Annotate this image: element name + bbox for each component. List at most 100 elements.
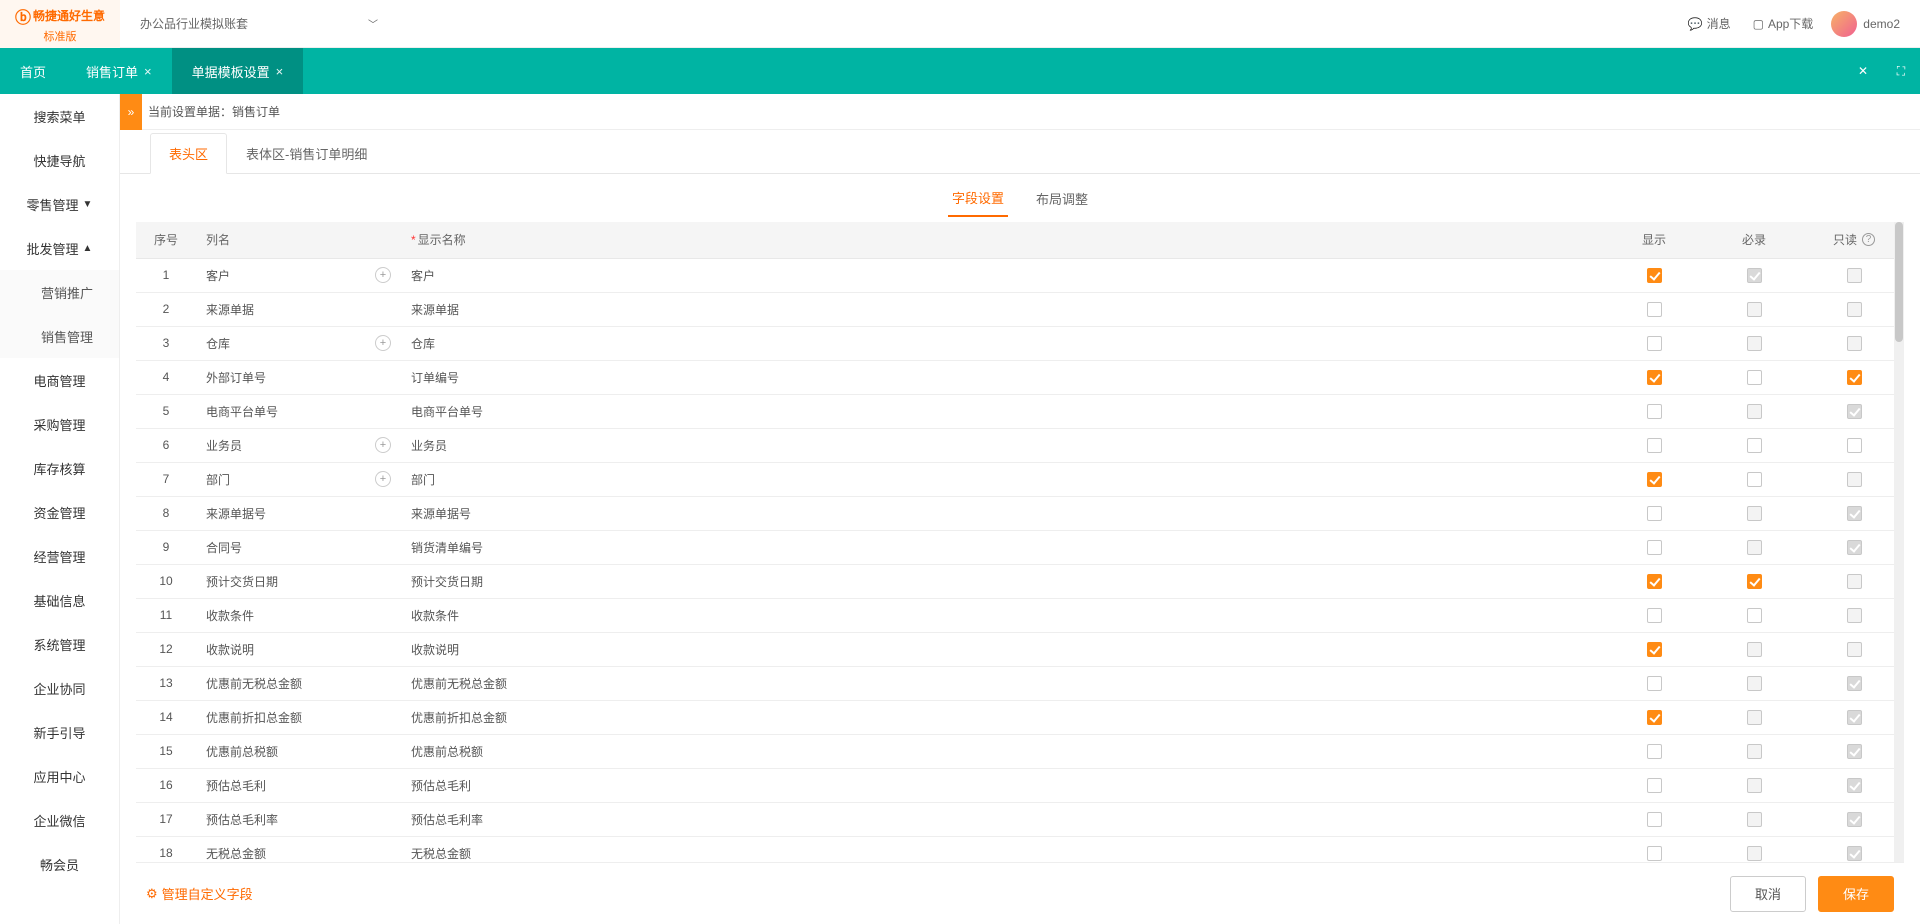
sidebar-item-7[interactable]: 资金管理 — [0, 490, 119, 534]
manage-custom-fields-link[interactable]: ⚙ 管理自定义字段 — [146, 884, 253, 903]
checkbox[interactable] — [1647, 506, 1662, 521]
help-icon[interactable]: ? — [1862, 233, 1875, 246]
checkbox[interactable] — [1647, 438, 1662, 453]
cell-display[interactable]: 无税总金额 — [401, 836, 1604, 862]
checkbox[interactable] — [1647, 608, 1662, 623]
sidebar-item-15[interactable]: 畅会员 — [0, 842, 119, 886]
checkbox[interactable] — [1647, 710, 1662, 725]
collapse-toggle[interactable]: » — [120, 94, 142, 130]
avatar[interactable] — [1831, 11, 1857, 37]
cell-display[interactable]: 部门 — [401, 462, 1604, 496]
cell-display[interactable]: 仓库 — [401, 326, 1604, 360]
checkbox[interactable] — [1847, 438, 1862, 453]
checkbox[interactable] — [1647, 540, 1662, 555]
messages-button[interactable]: 💬 消息 — [1688, 15, 1731, 32]
sidebar-item-12[interactable]: 新手引导 — [0, 710, 119, 754]
sidebar-item-2[interactable]: 零售管理▼ — [0, 182, 119, 226]
sidebar-item-6[interactable]: 库存核算 — [0, 446, 119, 490]
checkbox[interactable] — [1747, 608, 1762, 623]
checkbox[interactable] — [1647, 336, 1662, 351]
tab-home[interactable]: 首页 — [0, 48, 66, 94]
cell-readonly — [1804, 836, 1904, 862]
col-readonly: 只读? — [1804, 222, 1904, 258]
sidebar-subitem-3-1[interactable]: 销售管理 — [0, 314, 119, 358]
checkbox — [1747, 710, 1762, 725]
sidebar-item-11[interactable]: 企业协同 — [0, 666, 119, 710]
close-icon[interactable]: × — [144, 64, 152, 79]
username[interactable]: demo2 — [1863, 17, 1900, 31]
cell-display[interactable]: 来源单据 — [401, 292, 1604, 326]
cell-readonly — [1804, 598, 1904, 632]
checkbox[interactable] — [1647, 642, 1662, 657]
section-tab-1[interactable]: 表体区-销售订单明细 — [227, 133, 386, 173]
cell-display[interactable]: 客户 — [401, 258, 1604, 292]
cell-display[interactable]: 订单编号 — [401, 360, 1604, 394]
cell-name: 电商平台单号 — [196, 394, 401, 428]
tab-doc-1[interactable]: 单据模板设置× — [172, 48, 304, 94]
cell-display[interactable]: 预计交货日期 — [401, 564, 1604, 598]
checkbox[interactable] — [1647, 268, 1662, 283]
checkbox[interactable] — [1747, 370, 1762, 385]
cell-name: 仓库+ — [196, 326, 401, 360]
account-book-selector[interactable]: 办公品行业模拟账套 ﹀ — [140, 15, 378, 32]
checkbox[interactable] — [1647, 676, 1662, 691]
vertical-scrollbar[interactable] — [1894, 222, 1904, 862]
sidebar-item-9[interactable]: 基础信息 — [0, 578, 119, 622]
checkbox[interactable] — [1647, 404, 1662, 419]
checkbox[interactable] — [1647, 846, 1662, 861]
cell-display[interactable]: 优惠前折扣总金额 — [401, 700, 1604, 734]
sub-tab-1[interactable]: 布局调整 — [1032, 181, 1092, 216]
cell-display[interactable]: 来源单据号 — [401, 496, 1604, 530]
sidebar-item-8[interactable]: 经营管理 — [0, 534, 119, 578]
sidebar-subitem-3-0[interactable]: 营销推广 — [0, 270, 119, 314]
cell-display[interactable]: 电商平台单号 — [401, 394, 1604, 428]
sidebar-item-1[interactable]: 快捷导航 — [0, 138, 119, 182]
add-icon[interactable]: + — [375, 335, 391, 351]
app-download-button[interactable]: ▢ App下载 — [1753, 15, 1814, 32]
checkbox[interactable] — [1847, 370, 1862, 385]
checkbox[interactable] — [1747, 574, 1762, 589]
cell-display[interactable]: 预估总毛利 — [401, 768, 1604, 802]
cell-show — [1604, 530, 1704, 564]
save-button[interactable]: 保存 — [1818, 876, 1894, 912]
tab-doc-0[interactable]: 销售订单× — [66, 48, 172, 94]
cell-display[interactable]: 预估总毛利率 — [401, 802, 1604, 836]
checkbox[interactable] — [1647, 302, 1662, 317]
sidebar-item-10[interactable]: 系统管理 — [0, 622, 119, 666]
cell-display[interactable]: 业务员 — [401, 428, 1604, 462]
cell-display[interactable]: 优惠前总税额 — [401, 734, 1604, 768]
close-icon[interactable]: × — [276, 64, 284, 79]
cancel-button[interactable]: 取消 — [1730, 876, 1806, 912]
cell-display[interactable]: 销货清单编号 — [401, 530, 1604, 564]
sidebar-item-13[interactable]: 应用中心 — [0, 754, 119, 798]
checkbox[interactable] — [1647, 472, 1662, 487]
cell-show — [1604, 428, 1704, 462]
checkbox — [1847, 812, 1862, 827]
checkbox[interactable] — [1647, 778, 1662, 793]
section-tab-0[interactable]: 表头区 — [150, 133, 227, 174]
checkbox[interactable] — [1747, 438, 1762, 453]
fullscreen-button[interactable]: ⛶ — [1882, 48, 1920, 94]
message-icon: 💬 — [1688, 17, 1703, 31]
add-icon[interactable]: + — [375, 437, 391, 453]
add-icon[interactable]: + — [375, 267, 391, 283]
checkbox[interactable] — [1647, 744, 1662, 759]
add-icon[interactable]: + — [375, 471, 391, 487]
cell-required — [1704, 326, 1804, 360]
checkbox[interactable] — [1647, 812, 1662, 827]
cell-display[interactable]: 优惠前无税总金额 — [401, 666, 1604, 700]
close-all-tabs-button[interactable]: ✕ — [1844, 48, 1882, 94]
sidebar-item-14[interactable]: 企业微信 — [0, 798, 119, 842]
sidebar-item-3[interactable]: 批发管理▲ — [0, 226, 119, 270]
sidebar-item-5[interactable]: 采购管理 — [0, 402, 119, 446]
cell-display[interactable]: 收款说明 — [401, 632, 1604, 666]
checkbox[interactable] — [1647, 574, 1662, 589]
checkbox[interactable] — [1647, 370, 1662, 385]
sub-tab-0[interactable]: 字段设置 — [948, 180, 1008, 217]
sidebar-item-4[interactable]: 电商管理 — [0, 358, 119, 402]
table-row: 1客户+客户 — [136, 258, 1904, 292]
checkbox[interactable] — [1747, 472, 1762, 487]
sidebar-item-0[interactable]: 搜索菜单 — [0, 94, 119, 138]
cell-name: 预计交货日期 — [196, 564, 401, 598]
cell-display[interactable]: 收款条件 — [401, 598, 1604, 632]
